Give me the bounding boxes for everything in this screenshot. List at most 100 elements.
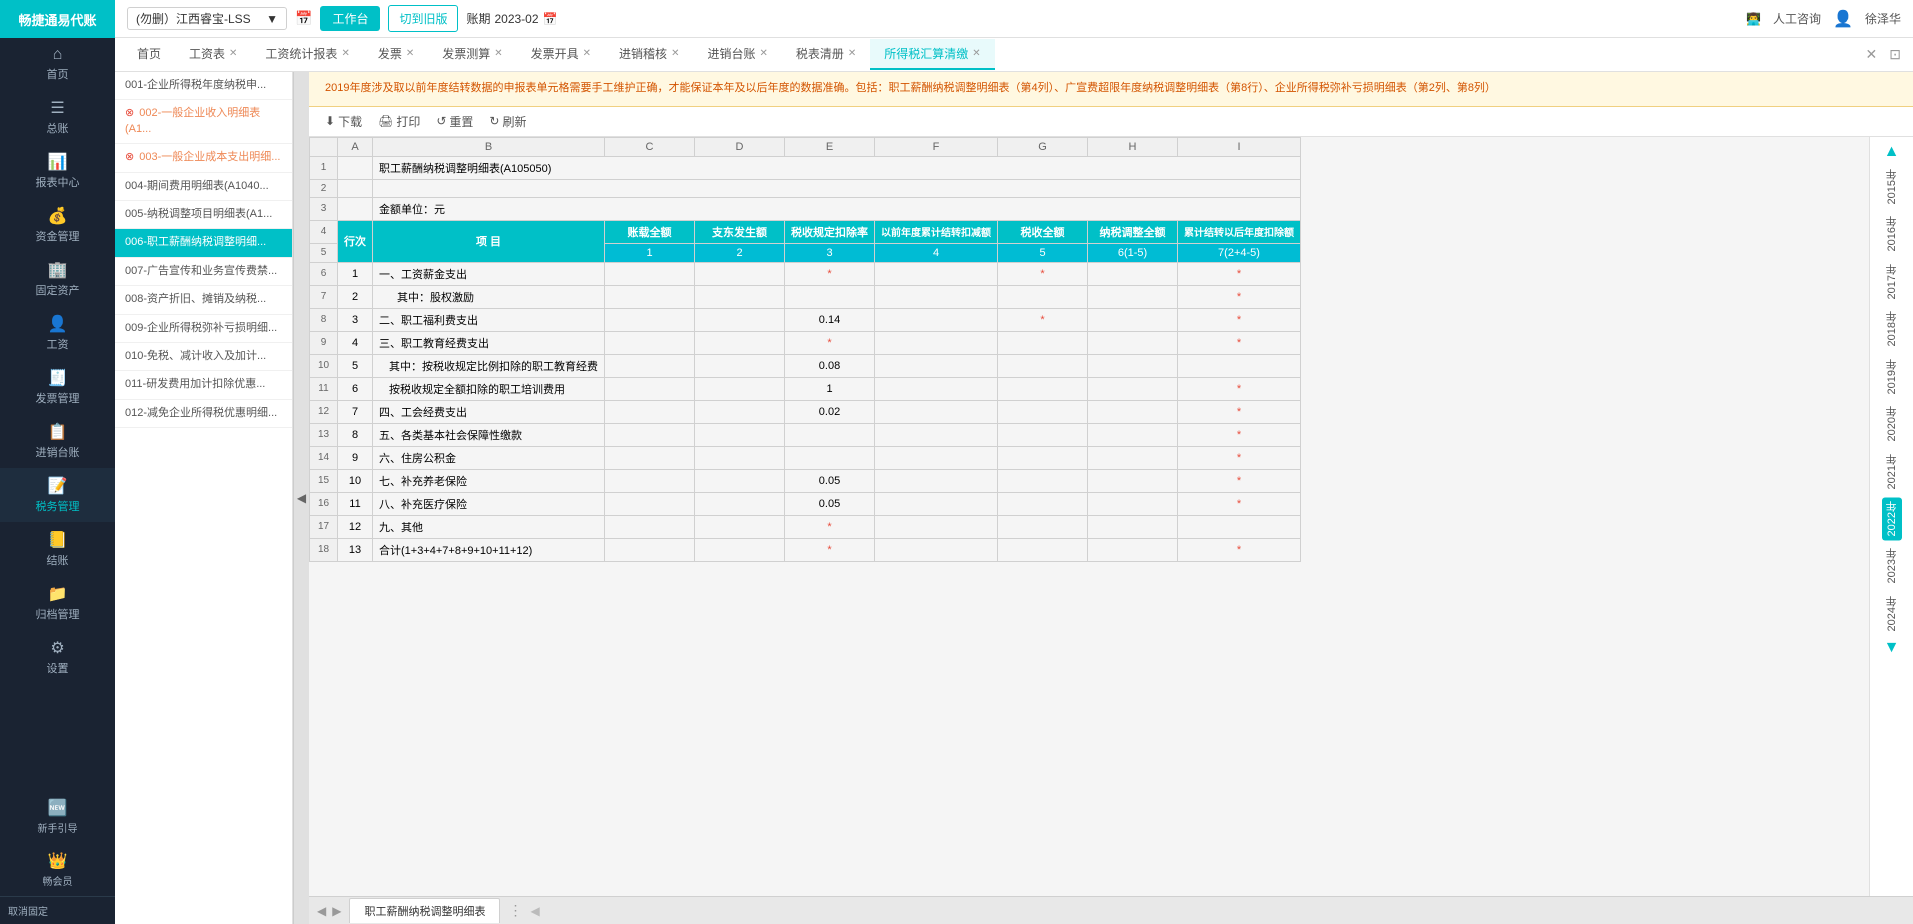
cell-8c[interactable] bbox=[605, 308, 695, 331]
cell-15h[interactable] bbox=[1088, 469, 1178, 492]
cell-9h[interactable] bbox=[1088, 331, 1178, 354]
list-item-005[interactable]: 005-纳税调整项目明细表(A1... bbox=[115, 201, 292, 229]
cell-9g[interactable] bbox=[998, 331, 1088, 354]
cell-13f[interactable] bbox=[875, 423, 998, 446]
cell-17i[interactable] bbox=[1178, 515, 1301, 538]
cell-16g[interactable] bbox=[998, 492, 1088, 515]
cell-7g[interactable] bbox=[998, 285, 1088, 308]
cell-18d[interactable] bbox=[695, 538, 785, 561]
cell-17b[interactable]: 九、其他 bbox=[373, 515, 605, 538]
cell-17g[interactable] bbox=[998, 515, 1088, 538]
cell-13e[interactable] bbox=[785, 423, 875, 446]
year-2019[interactable]: 2019年 bbox=[1882, 355, 1902, 398]
old-version-button[interactable]: 切到旧版 bbox=[388, 5, 458, 32]
sidebar-item-purchase-sales[interactable]: 📋 进销台账 bbox=[0, 414, 115, 468]
cell-6d[interactable] bbox=[695, 262, 785, 285]
user-label[interactable]: 徐泽华 bbox=[1865, 10, 1901, 27]
year-down-nav[interactable]: ▼ bbox=[1882, 637, 1902, 659]
cell-11h[interactable] bbox=[1088, 377, 1178, 400]
sidebar-item-member[interactable]: 👑 畅会员 bbox=[0, 843, 115, 896]
cell-16c[interactable] bbox=[605, 492, 695, 515]
cell-17h[interactable] bbox=[1088, 515, 1178, 538]
cell-12g[interactable] bbox=[998, 400, 1088, 423]
cell-11f[interactable] bbox=[875, 377, 998, 400]
cell-8d[interactable] bbox=[695, 308, 785, 331]
cell-13g[interactable] bbox=[998, 423, 1088, 446]
year-2018[interactable]: 2018年 bbox=[1882, 307, 1902, 350]
year-2024[interactable]: 2024年 bbox=[1882, 592, 1902, 635]
refresh-button[interactable]: ↻ 刷新 bbox=[489, 113, 526, 130]
cell-8h[interactable] bbox=[1088, 308, 1178, 331]
tab-income-tax-close[interactable]: ✕ bbox=[972, 48, 980, 59]
tab-invoice[interactable]: 发票 ✕ bbox=[364, 39, 428, 70]
tab-home[interactable]: 首页 bbox=[123, 39, 175, 70]
sidebar-item-archive[interactable]: 📁 归档管理 bbox=[0, 576, 115, 630]
cell-14b[interactable]: 六、住房公积金 bbox=[373, 446, 605, 469]
sidebar-item-settings[interactable]: ⚙ 设置 bbox=[0, 630, 115, 684]
year-2023[interactable]: 2023年 bbox=[1882, 544, 1902, 587]
tab-payslip-report[interactable]: 工资统计报表 ✕ bbox=[251, 39, 363, 70]
year-2021[interactable]: 2021年 bbox=[1882, 450, 1902, 493]
year-2015[interactable]: 2015年 bbox=[1882, 165, 1902, 208]
cell-14d[interactable] bbox=[695, 446, 785, 469]
cell-15g[interactable] bbox=[998, 469, 1088, 492]
sidebar-item-invoice[interactable]: 🧾 发票管理 bbox=[0, 360, 115, 414]
cell-10c[interactable] bbox=[605, 354, 695, 377]
list-item-009[interactable]: 009-企业所得税弥补亏损明细... bbox=[115, 315, 292, 343]
cell-2a[interactable] bbox=[338, 179, 373, 197]
collapse-button[interactable]: ◀ bbox=[293, 72, 309, 924]
sheet-nav-right[interactable]: ▶ bbox=[332, 904, 341, 918]
list-item-003[interactable]: ⊗ 003-一般企业成本支出明细... bbox=[115, 144, 292, 172]
workbench-button[interactable]: 工作台 bbox=[320, 6, 380, 31]
cell-17f[interactable] bbox=[875, 515, 998, 538]
cell-7c[interactable] bbox=[605, 285, 695, 308]
tab-payslip[interactable]: 工资表 ✕ bbox=[175, 39, 251, 70]
cell-16f[interactable] bbox=[875, 492, 998, 515]
tab-tax-summary-close[interactable]: ✕ bbox=[848, 48, 856, 59]
cell-9b[interactable]: 三、职工教育经费支出 bbox=[373, 331, 605, 354]
tab-ledger[interactable]: 进销台账 ✕ bbox=[693, 39, 781, 70]
cell-12c[interactable] bbox=[605, 400, 695, 423]
cancel-fixed-button[interactable]: 取消固定 bbox=[0, 896, 115, 924]
cell-13d[interactable] bbox=[695, 423, 785, 446]
cell-10h[interactable] bbox=[1088, 354, 1178, 377]
cell-15b[interactable]: 七、补充养老保险 bbox=[373, 469, 605, 492]
cell-6f[interactable] bbox=[875, 262, 998, 285]
cell-18f[interactable] bbox=[875, 538, 998, 561]
list-item-006[interactable]: 006-职工薪酬纳税调整明细... bbox=[115, 229, 292, 257]
cell-13c[interactable] bbox=[605, 423, 695, 446]
scroll-left-icon[interactable]: ◀ bbox=[530, 904, 539, 918]
sheet-tab-payroll[interactable]: 职工薪酬纳税调整明细表 bbox=[349, 898, 500, 923]
cell-7e[interactable] bbox=[785, 285, 875, 308]
tab-close-button[interactable]: ✕ bbox=[1862, 44, 1882, 65]
cell-17c[interactable] bbox=[605, 515, 695, 538]
cell-10d[interactable] bbox=[695, 354, 785, 377]
list-item-004[interactable]: 004-期间费用明细表(A1040... bbox=[115, 173, 292, 201]
cell-7b[interactable]: 其中：股权激励 bbox=[373, 285, 605, 308]
cell-14f[interactable] bbox=[875, 446, 998, 469]
sheet-tab-menu[interactable]: ⋮ bbox=[508, 902, 522, 919]
cell-11b[interactable]: 按税收规定全额扣除的职工培训费用 bbox=[373, 377, 605, 400]
tab-invoice-open-close[interactable]: ✕ bbox=[583, 48, 591, 59]
download-button[interactable]: ⬇ 下载 bbox=[325, 113, 362, 130]
cell-6h[interactable] bbox=[1088, 262, 1178, 285]
list-item-002[interactable]: ⊗ 002-一般企业收入明细表(A1... bbox=[115, 100, 292, 144]
list-item-010[interactable]: 010-免税、减计收入及加计... bbox=[115, 343, 292, 371]
cell-17d[interactable] bbox=[695, 515, 785, 538]
reset-button[interactable]: ↺ 重置 bbox=[436, 113, 473, 130]
cell-15c[interactable] bbox=[605, 469, 695, 492]
tab-income-tax[interactable]: 所得税汇算清缴 ✕ bbox=[870, 39, 994, 70]
cell-9f[interactable] bbox=[875, 331, 998, 354]
cell-16h[interactable] bbox=[1088, 492, 1178, 515]
sidebar-item-guide[interactable]: 🆕 新手引导 bbox=[0, 790, 115, 843]
list-item-007[interactable]: 007-广告宣传和业务宣传费禁... bbox=[115, 258, 292, 286]
cell-8b[interactable]: 二、职工福利费支出 bbox=[373, 308, 605, 331]
cell-12h[interactable] bbox=[1088, 400, 1178, 423]
company-select[interactable]: (勿删）江西睿宝-LSS ▼ bbox=[127, 7, 287, 30]
sidebar-item-home[interactable]: ⌂ 首页 bbox=[0, 38, 115, 90]
cell-11d[interactable] bbox=[695, 377, 785, 400]
print-button[interactable]: 🖨 打印 bbox=[378, 113, 420, 130]
year-up-nav[interactable]: ▲ bbox=[1882, 141, 1902, 163]
cell-16d[interactable] bbox=[695, 492, 785, 515]
cell-11g[interactable] bbox=[998, 377, 1088, 400]
